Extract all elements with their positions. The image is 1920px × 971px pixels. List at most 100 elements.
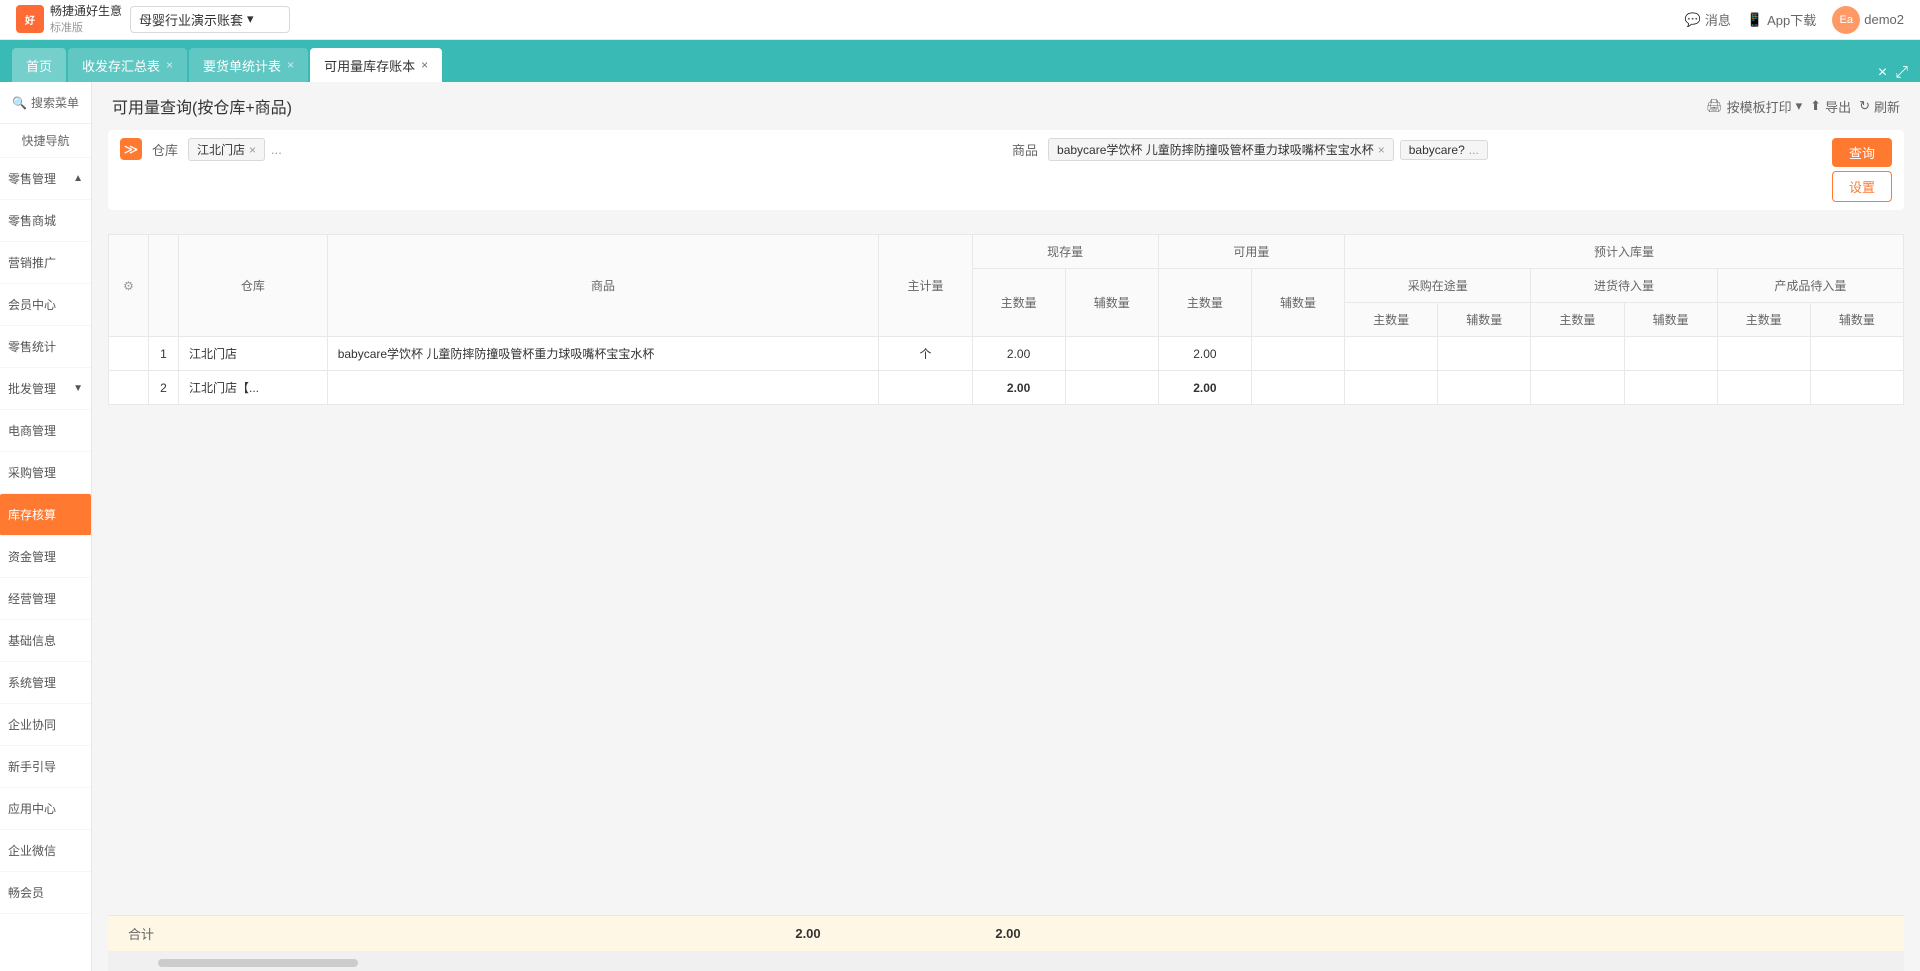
tab-receive[interactable]: 收发存汇总表 × — [68, 48, 187, 82]
th-avail-main: 主数量 — [1158, 269, 1251, 337]
th-production: 产成品待入量 — [1717, 269, 1903, 303]
th-prod-aux: 辅数量 — [1810, 303, 1903, 337]
product-tag1-remove[interactable]: × — [1378, 143, 1385, 157]
chevron-down-icon-print: ▾ — [1796, 98, 1803, 114]
page-actions: 🖨 按模板打印 ▾ ⬆ 导出 ↻ 刷新 — [1706, 97, 1900, 116]
row1-pur-aux — [1438, 337, 1531, 371]
query-button[interactable]: 查询 — [1832, 138, 1892, 167]
user-profile[interactable]: Ea demo2 — [1832, 6, 1904, 34]
sidebar-item-wholesale-mgmt[interactable]: 批发管理 ▼ — [0, 368, 91, 410]
th-settings[interactable]: ⚙ — [109, 235, 149, 337]
sidebar-item-finance-mgmt[interactable]: 资金管理 — [0, 536, 91, 578]
th-warehouse: 仓库 — [179, 235, 328, 337]
tab-close-available-stock[interactable]: × — [421, 58, 428, 72]
row1-avail-aux — [1251, 337, 1344, 371]
message-button[interactable]: 💬 消息 — [1685, 10, 1731, 29]
product-tag-1[interactable]: babycare学饮杯 儿童防摔防撞吸管杯重力球吸嘴杯宝宝水杯 × — [1048, 138, 1394, 161]
tab-order-stat[interactable]: 要货单统计表 × — [189, 48, 308, 82]
settings-button[interactable]: 设置 — [1832, 171, 1892, 202]
quick-nav-button[interactable]: 快捷导航 — [0, 124, 91, 158]
scroll-thumb[interactable] — [158, 959, 358, 967]
row2-pur-aux — [1438, 371, 1531, 405]
th-purchase-transit: 采购在途量 — [1345, 269, 1531, 303]
filter-expand-button[interactable]: ≫ — [120, 138, 142, 160]
table-area: ⚙ 仓库 商品 主计量 现存量 可用量 预计入库量 主数量 辅数量 主数量 — [92, 218, 1920, 915]
row2-product — [327, 371, 879, 405]
logo-text: 畅捷通好生意 标准版 — [50, 4, 122, 34]
product-tags: babycare学饮杯 儿童防摔防撞吸管杯重力球吸嘴杯宝宝水杯 × babyca… — [1048, 138, 1822, 161]
sidebar-item-new-guide[interactable]: 新手引导 — [0, 746, 91, 788]
sidebar-item-purchase-mgmt[interactable]: 采购管理 — [0, 452, 91, 494]
sidebar-item-basic-info[interactable]: 基础信息 — [0, 620, 91, 662]
chevron-icon-2: ▼ — [73, 383, 83, 394]
export-icon: ⬆ — [1810, 98, 1821, 114]
product-filter-label: 商品 — [1012, 140, 1038, 159]
row2-avail-aux — [1251, 371, 1344, 405]
tab-close-order-stat[interactable]: × — [287, 58, 294, 72]
row1-pur-main — [1345, 337, 1438, 371]
main-layout: 🔍 搜索菜单 快捷导航 零售管理 ▲ 零售商城 营销推广 会员中心 零售统计 批… — [0, 82, 1920, 971]
sidebar-item-retail-stat[interactable]: 零售统计 — [0, 326, 91, 368]
tab-available-stock[interactable]: 可用量库存账本 × — [310, 48, 442, 82]
logo-icon: 好 — [16, 5, 44, 33]
th-incoming: 进货待入量 — [1531, 269, 1717, 303]
nav-right-actions: × ⤢ — [1878, 64, 1908, 82]
close-all-tabs-button[interactable]: × — [1878, 64, 1887, 82]
th-prod-main: 主数量 — [1717, 303, 1810, 337]
warehouse-filter-label: 仓库 — [152, 140, 178, 159]
row1-seq: 1 — [149, 337, 179, 371]
print-icon: 🖨 — [1706, 98, 1723, 114]
refresh-button[interactable]: ↻ 刷新 — [1859, 97, 1900, 116]
logo-area: 好 畅捷通好生意 标准版 — [16, 4, 122, 34]
th-in-main: 主数量 — [1531, 303, 1624, 337]
sidebar-item-member-vip[interactable]: 畅会员 — [0, 872, 91, 914]
tab-close-receive[interactable]: × — [166, 58, 173, 72]
row2-warehouse: 江北门店【... — [179, 371, 328, 405]
sidebar: 🔍 搜索菜单 快捷导航 零售管理 ▲ 零售商城 营销推广 会员中心 零售统计 批… — [0, 82, 92, 971]
template-print-button[interactable]: 🖨 按模板打印 ▾ — [1706, 97, 1802, 116]
settings-icon: ⚙ — [123, 279, 134, 293]
warehouse-tag-remove[interactable]: × — [249, 143, 256, 157]
sidebar-item-retail-mall[interactable]: 零售商城 — [0, 200, 91, 242]
sidebar-item-system-mgmt[interactable]: 系统管理 — [0, 662, 91, 704]
chevron-icon: ▲ — [73, 173, 83, 184]
row1-in-aux — [1624, 337, 1717, 371]
th-stock-aux: 辅数量 — [1065, 269, 1158, 337]
th-stock-main: 主数量 — [972, 269, 1065, 337]
app-icon: 📱 — [1747, 12, 1763, 28]
warehouse-more[interactable]: ... — [271, 142, 282, 157]
row2-pur-main — [1345, 371, 1438, 405]
sidebar-item-enterprise-wechat[interactable]: 企业微信 — [0, 830, 91, 872]
th-product: 商品 — [327, 235, 879, 337]
row1-prod-aux — [1810, 337, 1903, 371]
row1-in-main — [1531, 337, 1624, 371]
row2-seq: 2 — [149, 371, 179, 405]
row2-avail-main: 2.00 — [1158, 371, 1251, 405]
row1-warehouse: 江北门店 — [179, 337, 328, 371]
expand-window-button[interactable]: ⤢ — [1895, 64, 1908, 82]
sidebar-item-ecommerce-mgmt[interactable]: 电商管理 — [0, 410, 91, 452]
sidebar-item-member-center[interactable]: 会员中心 — [0, 284, 91, 326]
product-tag-2[interactable]: babycare? ... — [1400, 140, 1488, 160]
page-title: 可用量查询(按仓库+商品) — [112, 94, 292, 118]
horizontal-scrollbar[interactable] — [108, 951, 1904, 971]
th-forecast-group: 预计入库量 — [1345, 235, 1904, 269]
sidebar-item-operations-mgmt[interactable]: 经营管理 — [0, 578, 91, 620]
company-select[interactable]: 母婴行业演示账套 ▾ — [130, 6, 290, 33]
warehouse-tag[interactable]: 江北门店 × — [188, 138, 265, 161]
th-pur-aux: 辅数量 — [1438, 303, 1531, 337]
th-pur-main: 主数量 — [1345, 303, 1438, 337]
tab-home[interactable]: 首页 — [12, 48, 66, 82]
app-download-button[interactable]: 📱 App下载 — [1747, 10, 1816, 29]
search-menu-button[interactable]: 🔍 搜索菜单 — [8, 90, 83, 115]
sidebar-item-enterprise-collab[interactable]: 企业协同 — [0, 704, 91, 746]
filter-area: ≫ 仓库 江北门店 × ... 商品 babycare学饮杯 儿童防摔防撞吸 — [108, 130, 1904, 210]
sidebar-item-marketing[interactable]: 营销推广 — [0, 242, 91, 284]
sidebar-item-inventory-check[interactable]: 库存核算 — [0, 494, 91, 536]
export-button[interactable]: ⬆ 导出 — [1810, 97, 1851, 116]
product-tag2-more: ... — [1469, 143, 1479, 157]
sidebar-item-retail-mgmt[interactable]: 零售管理 ▲ — [0, 158, 91, 200]
chevron-down-icon: ▾ — [247, 11, 254, 27]
th-available-group: 可用量 — [1158, 235, 1344, 269]
sidebar-item-app-center[interactable]: 应用中心 — [0, 788, 91, 830]
